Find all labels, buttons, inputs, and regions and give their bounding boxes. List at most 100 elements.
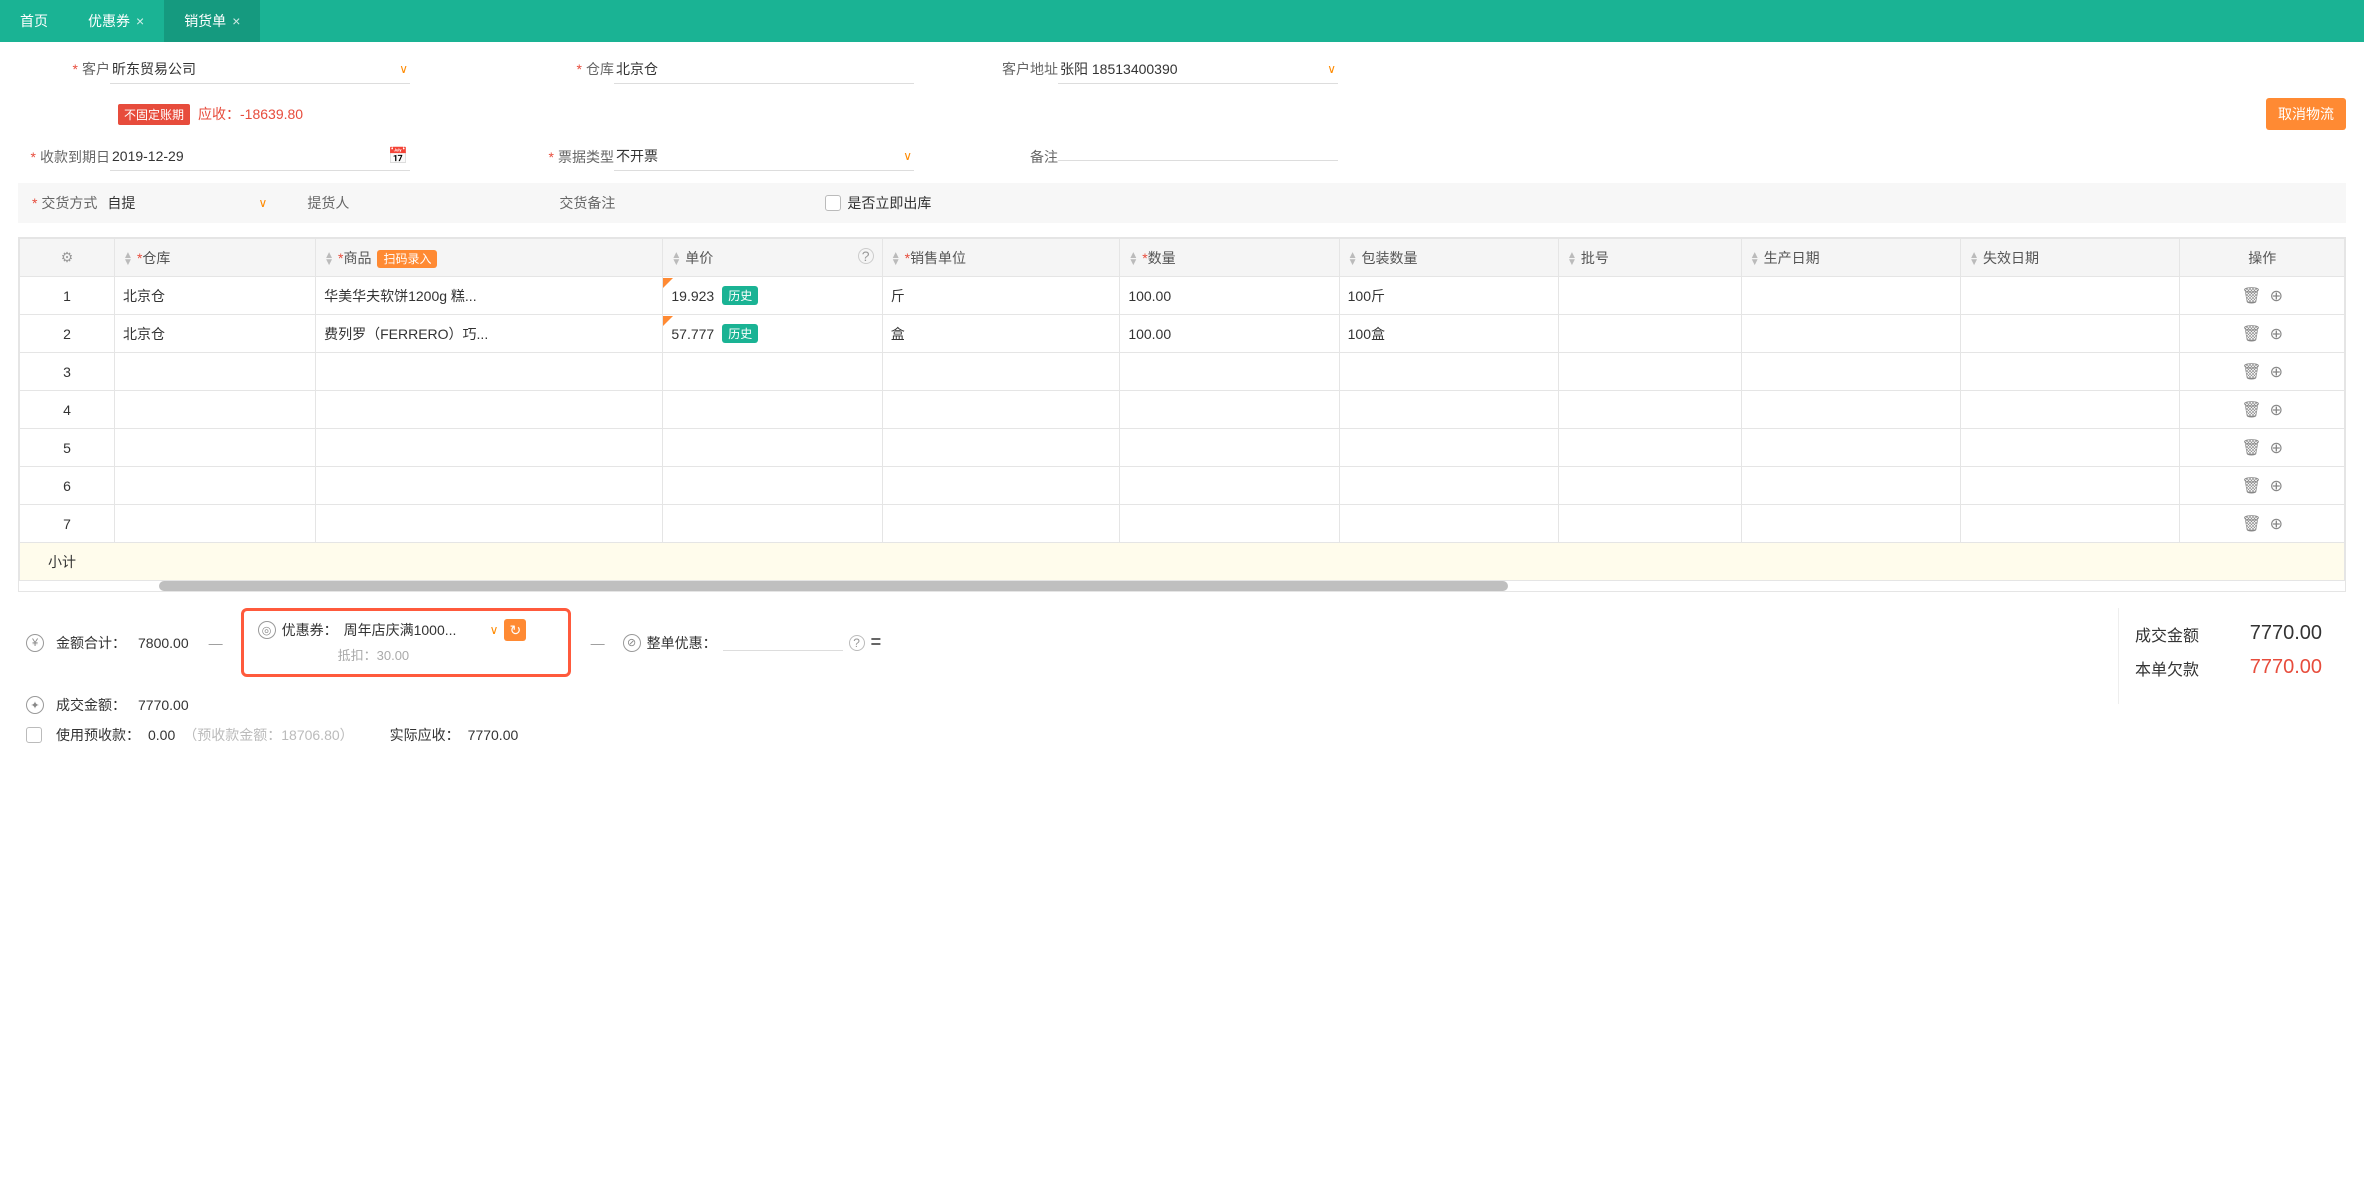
cell-price[interactable] [663,505,882,543]
horizontal-scrollbar[interactable] [19,581,2345,591]
cell-qty[interactable] [1120,505,1339,543]
cell-pkg[interactable] [1339,505,1558,543]
cell-qty[interactable] [1120,353,1339,391]
delete-icon[interactable]: 🗑 [2241,364,2261,381]
cell-exp-date[interactable] [1961,467,2180,505]
table-row[interactable]: 3🗑⊕ [20,353,2345,391]
cell-batch[interactable] [1558,353,1741,391]
col-warehouse[interactable]: ▲▼*仓库 [115,239,316,277]
scan-entry-badge[interactable]: 扫码录入 [377,250,437,268]
tab-home[interactable]: 首页 [0,0,68,42]
add-icon[interactable]: ⊕ [2270,478,2283,495]
cell-unit[interactable] [882,391,1120,429]
cell-price[interactable]: 57.777历史 [663,315,882,353]
col-price[interactable]: ▲▼单价? [663,239,882,277]
cell-prod-date[interactable] [1741,353,1960,391]
cell-pkg[interactable]: 100斤 [1339,277,1558,315]
delivery-method-select[interactable]: 自提 ∨ [107,193,267,213]
delete-icon[interactable]: 🗑 [2241,326,2261,343]
cell-price[interactable] [663,429,882,467]
col-unit[interactable]: ▲▼*销售单位 [882,239,1120,277]
cell-warehouse[interactable]: 北京仓 [115,315,316,353]
cell-exp-date[interactable] [1961,505,2180,543]
col-product[interactable]: ▲▼*商品扫码录入 [316,239,663,277]
add-icon[interactable]: ⊕ [2270,288,2283,305]
gear-icon[interactable]: ⚙ [61,249,74,265]
cell-warehouse[interactable] [115,391,316,429]
cell-qty[interactable]: 100.00 [1120,315,1339,353]
delete-icon[interactable]: 🗑 [2241,402,2261,419]
col-pkg[interactable]: ▲▼包装数量 [1339,239,1558,277]
col-batch[interactable]: ▲▼批号 [1558,239,1741,277]
coupon-select[interactable]: 周年店庆满1000... [344,620,484,640]
cell-prod-date[interactable] [1741,467,1960,505]
cell-warehouse[interactable]: 北京仓 [115,277,316,315]
close-icon[interactable]: × [232,13,240,29]
cust-addr-select[interactable]: 张阳 18513400390 ∨ [1058,55,1338,84]
col-prod-date[interactable]: ▲▼生产日期 [1741,239,1960,277]
cell-warehouse[interactable] [115,353,316,391]
cell-exp-date[interactable] [1961,315,2180,353]
cell-prod-date[interactable] [1741,315,1960,353]
cell-pkg[interactable] [1339,429,1558,467]
cell-product[interactable] [316,353,663,391]
cell-price[interactable] [663,353,882,391]
calendar-icon[interactable]: 📅 [388,146,408,166]
cell-qty[interactable]: 100.00 [1120,277,1339,315]
refresh-icon[interactable]: ↻ [504,619,526,641]
cell-pkg[interactable] [1339,353,1558,391]
cell-batch[interactable] [1558,391,1741,429]
cell-unit[interactable] [882,353,1120,391]
tab-sales-order[interactable]: 销货单× [164,0,260,42]
table-row[interactable]: 1北京仓华美华夫软饼1200g 糕...19.923历史斤100.00100斤🗑… [20,277,2345,315]
cell-warehouse[interactable] [115,505,316,543]
cell-unit[interactable] [882,467,1120,505]
cell-qty[interactable] [1120,467,1339,505]
cancel-logistics-button[interactable]: 取消物流 [2266,98,2346,130]
cell-batch[interactable] [1558,467,1741,505]
cell-exp-date[interactable] [1961,391,2180,429]
cell-product[interactable]: 华美华夫软饼1200g 糕... [316,277,663,315]
cell-warehouse[interactable] [115,467,316,505]
order-discount-input[interactable] [723,634,843,651]
table-row[interactable]: 7🗑⊕ [20,505,2345,543]
table-row[interactable]: 2北京仓费列罗（FERRERO）巧...57.777历史盒100.00100盒🗑… [20,315,2345,353]
billtype-select[interactable]: 不开票 ∨ [614,142,914,171]
cell-qty[interactable] [1120,391,1339,429]
cell-pkg[interactable]: 100盒 [1339,315,1558,353]
paydate-input[interactable]: 2019-12-29 📅 [110,142,410,171]
cell-batch[interactable] [1558,315,1741,353]
cell-unit[interactable] [882,505,1120,543]
cell-pkg[interactable] [1339,467,1558,505]
info-icon[interactable]: ? [858,248,874,264]
delete-icon[interactable]: 🗑 [2241,288,2261,305]
cell-exp-date[interactable] [1961,429,2180,467]
cell-batch[interactable] [1558,429,1741,467]
cell-prod-date[interactable] [1741,277,1960,315]
add-icon[interactable]: ⊕ [2270,402,2283,419]
table-row[interactable]: 4🗑⊕ [20,391,2345,429]
tab-coupon[interactable]: 优惠券× [68,0,164,42]
col-exp-date[interactable]: ▲▼失效日期 [1961,239,2180,277]
cell-product[interactable]: 费列罗（FERRERO）巧... [316,315,663,353]
table-row[interactable]: 6🗑⊕ [20,467,2345,505]
history-badge[interactable]: 历史 [722,286,758,305]
cell-exp-date[interactable] [1961,353,2180,391]
cell-price[interactable]: 19.923历史 [663,277,882,315]
remark-input[interactable] [1058,152,1338,161]
table-row[interactable]: 5🗑⊕ [20,429,2345,467]
delete-icon[interactable]: 🗑 [2241,516,2261,533]
add-icon[interactable]: ⊕ [2270,364,2283,381]
cell-prod-date[interactable] [1741,505,1960,543]
add-icon[interactable]: ⊕ [2270,326,2283,343]
cell-unit[interactable]: 斤 [882,277,1120,315]
cell-unit[interactable] [882,429,1120,467]
cell-prod-date[interactable] [1741,391,1960,429]
cell-exp-date[interactable] [1961,277,2180,315]
immediate-out-checkbox[interactable]: 是否立即出库 [825,193,931,213]
cell-price[interactable] [663,391,882,429]
warehouse-select[interactable]: 北京仓 [614,55,914,84]
add-icon[interactable]: ⊕ [2270,440,2283,457]
cell-unit[interactable]: 盒 [882,315,1120,353]
cell-product[interactable] [316,391,663,429]
